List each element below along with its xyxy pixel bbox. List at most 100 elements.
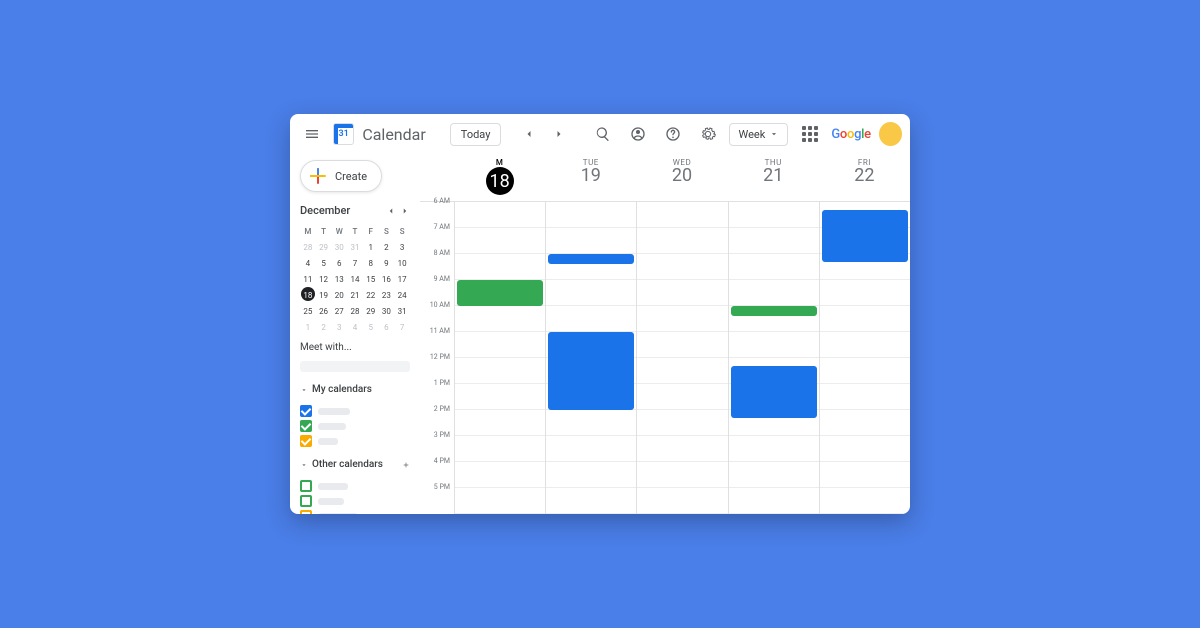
mini-day[interactable]: 31 xyxy=(395,303,409,317)
calendar-checkbox[interactable] xyxy=(300,405,312,417)
mini-day[interactable]: 19 xyxy=(317,287,331,301)
mini-day[interactable]: 11 xyxy=(301,271,315,285)
calendar-checkbox[interactable] xyxy=(300,420,312,432)
day-column[interactable] xyxy=(454,202,545,514)
calendar-event[interactable] xyxy=(548,254,634,264)
add-calendar-button[interactable] xyxy=(402,461,410,469)
calendar-name-placeholder xyxy=(318,438,338,445)
mini-dow: S xyxy=(379,225,395,238)
mini-day[interactable]: 1 xyxy=(301,319,315,333)
today-button[interactable]: Today xyxy=(450,123,502,146)
calendar-checkbox[interactable] xyxy=(300,510,312,514)
calendar-checkbox[interactable] xyxy=(300,495,312,507)
main-menu-button[interactable] xyxy=(298,120,325,148)
calendar-item[interactable] xyxy=(300,495,410,507)
mini-day[interactable]: 14 xyxy=(348,271,362,285)
mini-day[interactable]: 2 xyxy=(379,239,393,253)
calendar-checkbox[interactable] xyxy=(300,435,312,447)
day-column[interactable] xyxy=(819,202,910,514)
help-button[interactable] xyxy=(659,120,686,148)
mini-day[interactable]: 24 xyxy=(395,287,409,301)
meet-with-input[interactable] xyxy=(300,361,410,372)
apps-grid-icon xyxy=(802,126,818,142)
mini-day[interactable]: 21 xyxy=(348,287,362,301)
calendar-item[interactable] xyxy=(300,405,410,417)
settings-button[interactable] xyxy=(694,120,721,148)
my-calendars-header[interactable]: My calendars xyxy=(300,384,410,395)
account-avatar[interactable] xyxy=(879,122,902,146)
day-column[interactable] xyxy=(636,202,727,514)
caret-down-icon xyxy=(769,129,779,139)
calendar-event[interactable] xyxy=(822,210,908,262)
mini-prev-month[interactable] xyxy=(386,206,396,216)
mini-day[interactable]: 3 xyxy=(332,319,346,333)
mini-day[interactable]: 9 xyxy=(379,255,393,269)
day-column[interactable] xyxy=(545,202,636,514)
time-grid[interactable]: 6 AM7 AM8 AM9 AM10 AM11 AM12 PM1 PM2 PM3… xyxy=(420,201,910,514)
mini-day[interactable]: 18 xyxy=(301,287,315,301)
mini-day[interactable]: 7 xyxy=(395,319,409,333)
mini-day[interactable]: 4 xyxy=(348,319,362,333)
day-header[interactable]: FRI22 xyxy=(819,154,910,201)
mini-calendar[interactable]: MTWTFSS282930311234567891011121314151617… xyxy=(300,225,410,334)
view-label: Week xyxy=(738,128,765,141)
next-week-button[interactable] xyxy=(545,120,573,148)
search-button[interactable] xyxy=(589,120,616,148)
mini-day[interactable]: 28 xyxy=(301,239,315,253)
mini-day[interactable]: 13 xyxy=(332,271,346,285)
mini-day[interactable]: 31 xyxy=(348,239,362,253)
hour-label: 9 AM xyxy=(420,275,454,301)
mini-day[interactable]: 25 xyxy=(301,303,315,317)
mini-day[interactable]: 1 xyxy=(364,239,378,253)
create-button[interactable]: Create xyxy=(300,160,382,192)
hour-label: 4 PM xyxy=(420,457,454,483)
calendar-item[interactable] xyxy=(300,420,410,432)
mini-day[interactable]: 20 xyxy=(332,287,346,301)
day-header[interactable]: WED20 xyxy=(636,154,727,201)
mini-day[interactable]: 6 xyxy=(332,255,346,269)
plus-icon xyxy=(309,167,327,185)
day-header[interactable]: M18 xyxy=(454,154,545,201)
mini-day[interactable]: 5 xyxy=(317,255,331,269)
mini-day[interactable]: 30 xyxy=(379,303,393,317)
mini-day[interactable]: 15 xyxy=(364,271,378,285)
mini-next-month[interactable] xyxy=(400,206,410,216)
calendar-event[interactable] xyxy=(731,366,817,418)
calendar-item[interactable] xyxy=(300,510,410,514)
prev-week-button[interactable] xyxy=(515,120,543,148)
mini-day[interactable]: 6 xyxy=(379,319,393,333)
other-calendars-header[interactable]: Other calendars xyxy=(300,459,410,470)
mini-day[interactable]: 8 xyxy=(364,255,378,269)
mini-day[interactable]: 28 xyxy=(348,303,362,317)
calendar-item[interactable] xyxy=(300,435,410,447)
day-header[interactable]: TUE19 xyxy=(545,154,636,201)
mini-day[interactable]: 29 xyxy=(317,239,331,253)
calendar-event[interactable] xyxy=(548,332,634,410)
google-apps-button[interactable] xyxy=(796,120,823,148)
calendar-item[interactable] xyxy=(300,480,410,492)
calendar-event[interactable] xyxy=(457,280,543,306)
mini-day[interactable]: 4 xyxy=(301,255,315,269)
hour-label: 5 PM xyxy=(420,483,454,509)
calendar-event[interactable] xyxy=(731,306,817,316)
mini-day[interactable]: 7 xyxy=(348,255,362,269)
mini-day[interactable]: 17 xyxy=(395,271,409,285)
mini-day[interactable]: 5 xyxy=(364,319,378,333)
day-column[interactable] xyxy=(728,202,819,514)
support-button[interactable] xyxy=(624,120,651,148)
mini-day[interactable]: 10 xyxy=(395,255,409,269)
mini-day[interactable]: 2 xyxy=(317,319,331,333)
day-header[interactable]: THU21 xyxy=(728,154,819,201)
mini-day[interactable]: 29 xyxy=(364,303,378,317)
mini-day[interactable]: 23 xyxy=(379,287,393,301)
mini-day[interactable]: 16 xyxy=(379,271,393,285)
mini-day[interactable]: 22 xyxy=(364,287,378,301)
mini-day[interactable]: 27 xyxy=(332,303,346,317)
mini-day[interactable]: 30 xyxy=(332,239,346,253)
mini-day[interactable]: 3 xyxy=(395,239,409,253)
mini-day[interactable]: 12 xyxy=(317,271,331,285)
calendar-checkbox[interactable] xyxy=(300,480,312,492)
app-header: 31 Calendar Today Week Google xyxy=(290,114,910,154)
view-switcher[interactable]: Week xyxy=(729,123,788,146)
mini-day[interactable]: 26 xyxy=(317,303,331,317)
